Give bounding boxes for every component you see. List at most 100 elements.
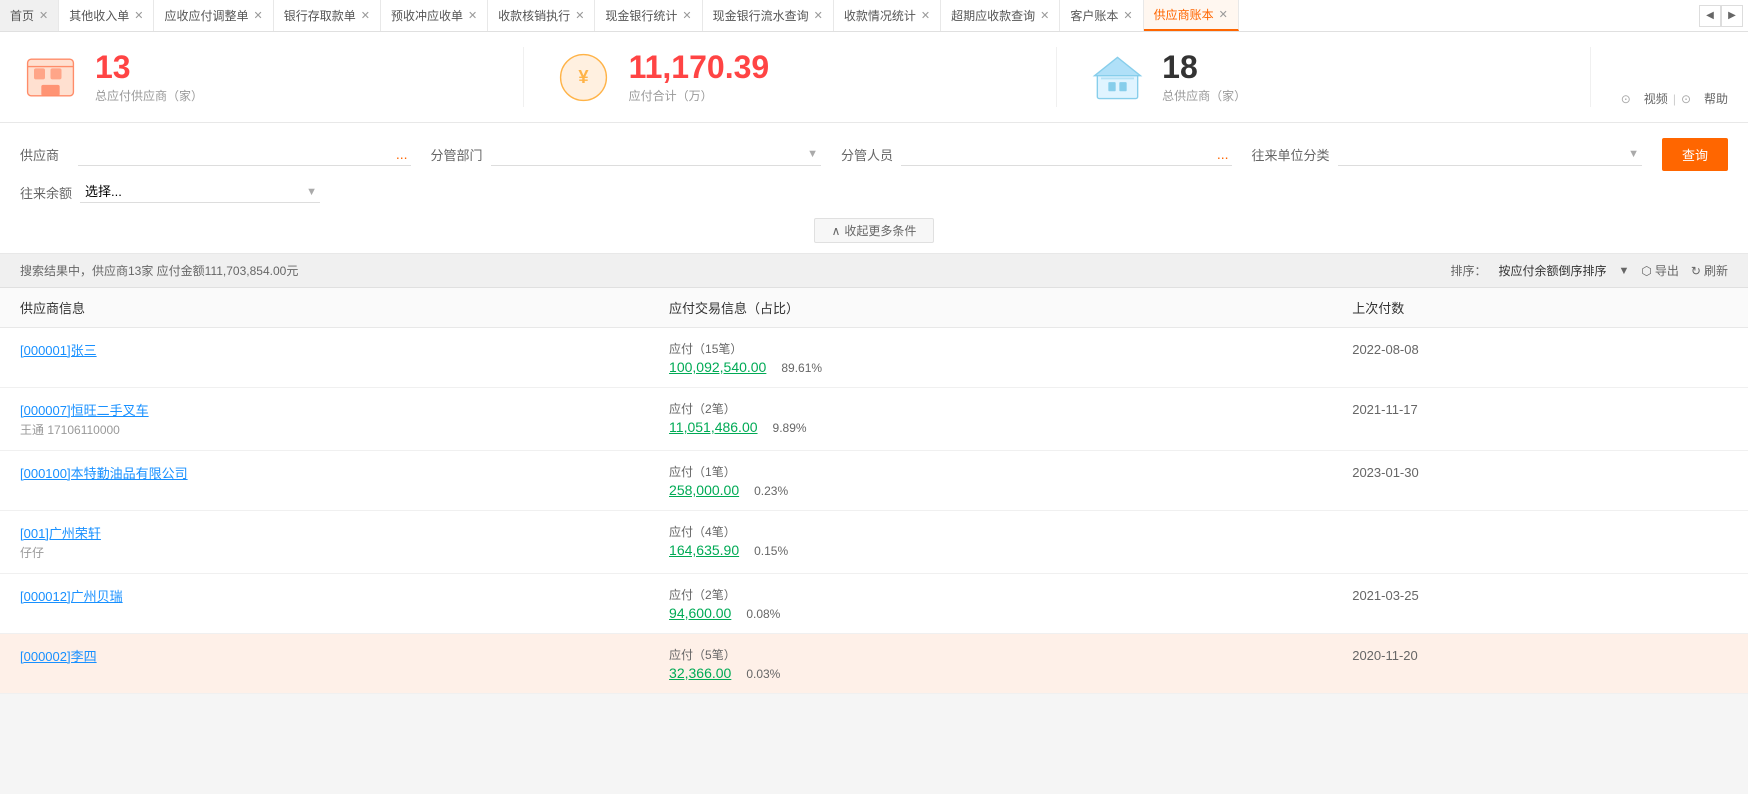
person-label: 分管人员 bbox=[841, 145, 893, 164]
supplier-field: 供应商 ... bbox=[20, 144, 411, 166]
supplier-link-5[interactable]: [000002]李四 bbox=[20, 649, 97, 664]
cell-last-payment-0: 2022-08-08 bbox=[1352, 340, 1728, 357]
nav-next-button[interactable]: ▶ bbox=[1721, 5, 1743, 27]
cell-transaction-1: 应付（2笔） 11,051,486.00 9.89% bbox=[669, 400, 1352, 435]
cell-transaction-4: 应付（2笔） 94,600.00 0.08% bbox=[669, 586, 1352, 621]
balance-label: 往来余额 bbox=[20, 183, 72, 202]
supplier-sub-1: 王通 17106110000 bbox=[20, 421, 669, 438]
close-icon[interactable]: ✕ bbox=[468, 9, 477, 22]
table-row: [000007]恒旺二手叉车 王通 17106110000 应付（2笔） 11,… bbox=[0, 388, 1748, 451]
close-icon[interactable]: ✕ bbox=[1219, 8, 1228, 21]
tab-prepay-offset[interactable]: 预收冲应收单 ✕ bbox=[381, 0, 488, 31]
query-button[interactable]: 查询 bbox=[1662, 138, 1728, 171]
dept-select-wrap: ▼ bbox=[491, 144, 821, 166]
dept-select[interactable] bbox=[491, 144, 821, 165]
video-link[interactable]: 视频 bbox=[1644, 90, 1668, 107]
chevron-down-sort-icon[interactable]: ▼ bbox=[1619, 265, 1630, 277]
table-header: 供应商信息 应付交易信息（占比） 上次付数 bbox=[0, 288, 1748, 328]
supplier-dots-icon[interactable]: ... bbox=[396, 146, 408, 162]
balance-field: 往来余额 选择... ▼ bbox=[20, 181, 320, 203]
close-icon[interactable]: ✕ bbox=[575, 9, 584, 22]
tx-amount-1[interactable]: 11,051,486.00 bbox=[669, 419, 758, 435]
tab-cash-bank-stats[interactable]: 现金银行统计 ✕ bbox=[595, 0, 702, 31]
help-link[interactable]: 帮助 bbox=[1704, 90, 1728, 107]
sort-value[interactable]: 按应付余额倒序排序 bbox=[1499, 262, 1607, 279]
tab-receipt-stats[interactable]: 收款情况统计 ✕ bbox=[834, 0, 941, 31]
close-icon[interactable]: ✕ bbox=[1123, 9, 1132, 22]
supplier-link-4[interactable]: [000012]广州贝瑞 bbox=[20, 589, 123, 604]
tab-home[interactable]: 首页 ✕ bbox=[0, 0, 59, 31]
store-icon bbox=[1087, 47, 1147, 107]
cell-supplier-4: [000012]广州贝瑞 bbox=[20, 586, 669, 605]
cell-supplier-3: [001]广州荣轩 仔仔 bbox=[20, 523, 669, 561]
supplier-link-2[interactable]: [000100]本特勤油品有限公司 bbox=[20, 466, 188, 481]
tab-ar-ap-adjust[interactable]: 应收应付调整单 ✕ bbox=[154, 0, 273, 31]
nav-arrows: ◀ ▶ bbox=[1694, 5, 1748, 27]
close-icon[interactable]: ✕ bbox=[134, 9, 143, 22]
svg-text:¥: ¥ bbox=[578, 66, 589, 87]
tab-customer-ledger[interactable]: 客户账本 ✕ bbox=[1060, 0, 1143, 31]
close-icon[interactable]: ✕ bbox=[921, 9, 930, 22]
table-row: [000012]广州贝瑞 应付（2笔） 94,600.00 0.08% 2021… bbox=[0, 574, 1748, 634]
balance-select[interactable]: 选择... bbox=[80, 181, 320, 202]
tx-amount-0[interactable]: 100,092,540.00 bbox=[669, 359, 766, 375]
close-icon[interactable]: ✕ bbox=[39, 9, 48, 22]
close-icon[interactable]: ✕ bbox=[1040, 9, 1049, 22]
person-field: 分管人员 ... bbox=[841, 144, 1232, 166]
chevron-up-icon: ∧ bbox=[832, 224, 841, 238]
person-input[interactable] bbox=[901, 144, 1231, 165]
cell-transaction-5: 应付（5笔） 32,366.00 0.03% bbox=[669, 646, 1352, 681]
supplier-link-0[interactable]: [000001]张三 bbox=[20, 343, 97, 358]
tab-other-income[interactable]: 其他收入单 ✕ bbox=[59, 0, 154, 31]
export-button[interactable]: ⬡ 导出 bbox=[1641, 262, 1679, 279]
collapse-button[interactable]: ∧ 收起更多条件 bbox=[814, 218, 934, 243]
supplier-input-wrap: ... bbox=[78, 144, 411, 166]
tab-bank-deposit[interactable]: 银行存取款单 ✕ bbox=[274, 0, 381, 31]
balance-select-wrap: 选择... ▼ bbox=[80, 181, 320, 203]
category-field: 往来单位分类 ▼ bbox=[1252, 144, 1643, 166]
tx-percent-4: 0.08% bbox=[746, 607, 780, 621]
supplier-link-1[interactable]: [000007]恒旺二手叉车 bbox=[20, 403, 149, 418]
tab-payment-verify[interactable]: 收款核销执行 ✕ bbox=[488, 0, 595, 31]
supplier-input[interactable] bbox=[78, 144, 411, 165]
supplier-icon bbox=[20, 47, 80, 107]
table-body: [000001]张三 应付（15笔） 100,092,540.00 89.61%… bbox=[0, 328, 1748, 694]
search-row-1: 供应商 ... 分管部门 ▼ 分管人员 ... 往来单位分类 bbox=[20, 138, 1728, 171]
tx-percent-1: 9.89% bbox=[773, 421, 807, 435]
tx-amount-5[interactable]: 32,366.00 bbox=[669, 665, 731, 681]
results-info: 搜索结果中，供应商13家 应付金额111,703,854.00元 bbox=[20, 262, 298, 279]
close-icon[interactable]: ✕ bbox=[253, 9, 262, 22]
stat-payable-suppliers-number: 13 bbox=[95, 51, 203, 83]
col-supplier-header: 供应商信息 bbox=[20, 298, 669, 317]
tab-supplier-ledger[interactable]: 供应商账本 ✕ bbox=[1144, 0, 1239, 31]
sort-label: 排序： bbox=[1451, 262, 1487, 279]
nav-prev-button[interactable]: ◀ bbox=[1699, 5, 1721, 27]
table-row: [001]广州荣轩 仔仔 应付（4笔） 164,635.90 0.15% bbox=[0, 511, 1748, 574]
category-select[interactable] bbox=[1338, 144, 1642, 165]
tx-percent-0: 89.61% bbox=[781, 361, 822, 375]
table-row: [000001]张三 应付（15笔） 100,092,540.00 89.61%… bbox=[0, 328, 1748, 388]
stat-payable-amount-content: 11,170.39 应付合计（万） bbox=[629, 51, 770, 104]
close-icon[interactable]: ✕ bbox=[682, 9, 691, 22]
tab-cash-flow-query[interactable]: 现金银行流水查询 ✕ bbox=[703, 0, 834, 31]
tx-amount-2[interactable]: 258,000.00 bbox=[669, 482, 739, 498]
close-icon[interactable]: ✕ bbox=[361, 9, 370, 22]
cell-last-payment-2: 2023-01-30 bbox=[1352, 463, 1728, 480]
close-icon[interactable]: ✕ bbox=[814, 9, 823, 22]
stats-row: 13 总应付供应商（家） ¥ 11,170.39 应付合计（万） bbox=[0, 32, 1748, 123]
supplier-label: 供应商 bbox=[20, 145, 70, 164]
dept-field: 分管部门 ▼ bbox=[431, 144, 822, 166]
stat-total-suppliers: 18 总供应商（家） bbox=[1087, 47, 1591, 107]
results-bar: 搜索结果中，供应商13家 应付金额111,703,854.00元 排序： 按应付… bbox=[0, 254, 1748, 288]
tx-amount-3[interactable]: 164,635.90 bbox=[669, 542, 739, 558]
amount-icon: ¥ bbox=[554, 47, 614, 107]
supplier-link-3[interactable]: [001]广州荣轩 bbox=[20, 526, 101, 541]
results-actions: 排序： 按应付余额倒序排序 ▼ ⬡ 导出 ↻ 刷新 bbox=[1451, 262, 1729, 279]
tab-overdue-ar-query[interactable]: 超期应收款查询 ✕ bbox=[941, 0, 1060, 31]
table-row: [000002]李四 应付（5笔） 32,366.00 0.03% 2020-1… bbox=[0, 634, 1748, 694]
tx-label-2: 应付（1笔） bbox=[669, 463, 1352, 480]
cell-transaction-3: 应付（4笔） 164,635.90 0.15% bbox=[669, 523, 1352, 558]
refresh-button[interactable]: ↻ 刷新 bbox=[1691, 262, 1728, 279]
person-dots-icon[interactable]: ... bbox=[1217, 146, 1229, 162]
tx-amount-4[interactable]: 94,600.00 bbox=[669, 605, 731, 621]
